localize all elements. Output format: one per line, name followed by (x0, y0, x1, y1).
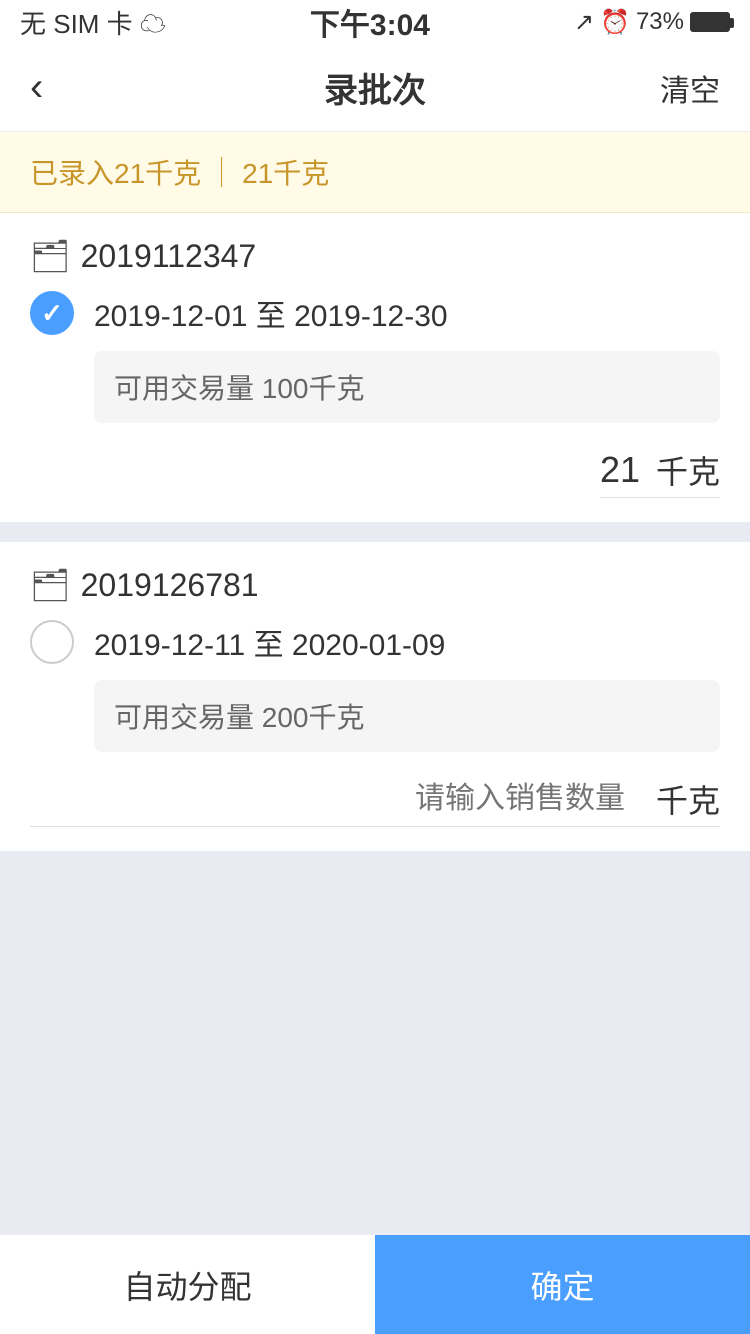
batch2-qty-input[interactable] (240, 782, 640, 816)
batch1-available: 可用交易量 100千克 (94, 351, 720, 423)
status-right: ↗ ⏰ 73% (574, 8, 730, 37)
batch1-qty-unit: 千克 (656, 447, 720, 493)
batch-item-2: 🗂 2019126781 2019-12-11 至 2020-01-09 可用交… (0, 542, 750, 752)
alarm-icon: ⏰ (600, 8, 630, 37)
status-left: 无 SIM 卡 ☁ (20, 4, 166, 41)
battery-percent: 73% (636, 8, 684, 36)
batch2-radio[interactable] (30, 620, 74, 664)
section-divider-1 (0, 522, 750, 542)
batch2-available: 可用交易量 200千克 (94, 680, 720, 752)
location-icon: ↗ (574, 8, 594, 37)
batch2-number: 2019126781 (81, 567, 259, 604)
batch1-avail-wrap: 可用交易量 100千克 (30, 351, 720, 423)
banner-divider (221, 157, 222, 187)
auto-distribute-button[interactable]: 自动分配 (0, 1235, 375, 1334)
page-title: 录批次 (324, 63, 426, 112)
batch2-input-row: 千克 (0, 752, 750, 851)
clear-button[interactable]: 清空 (660, 66, 720, 110)
batch2-input-wrap: 千克 (30, 776, 720, 827)
batch1-qty-value: 21 (600, 449, 640, 491)
batch1-dates: 2019-12-01 至 2019-12-30 (94, 291, 448, 335)
batch1-header: 🗂 2019112347 (30, 237, 720, 275)
batch2-avail-wrap: 可用交易量 200千克 (30, 680, 720, 752)
batch1-radio[interactable] (30, 291, 74, 335)
batch1-qty-row: 21 千克 (0, 423, 750, 522)
batch1-icon: 🗂 (30, 237, 71, 275)
sim-label: 无 SIM 卡 ☁ (20, 4, 166, 41)
status-bar: 无 SIM 卡 ☁ 下午3:04 ↗ ⏰ 73% (0, 0, 750, 44)
batch2-icon: 🗂 (30, 566, 71, 604)
batch1-row[interactable]: 2019-12-01 至 2019-12-30 (30, 291, 720, 335)
info-banner: 已录入21千克 21千克 (0, 132, 750, 213)
battery-icon (690, 12, 730, 32)
batch2-dates: 2019-12-11 至 2020-01-09 (94, 620, 445, 664)
batch2-header: 🗂 2019126781 (30, 566, 720, 604)
bottom-bar: 自动分配 确定 (0, 1234, 750, 1334)
batch1-number: 2019112347 (81, 238, 257, 275)
recorded-value: 21千克 (242, 152, 329, 192)
batch1-qty-wrap: 21 千克 (600, 447, 720, 498)
nav-bar: ‹ 录批次 清空 (0, 44, 750, 132)
back-button[interactable]: ‹ (30, 65, 90, 110)
batch2-qty-unit: 千克 (656, 776, 720, 822)
recorded-label: 已录入21千克 (30, 152, 201, 192)
batch-item-1: 🗂 2019112347 2019-12-01 至 2019-12-30 可用交… (0, 213, 750, 423)
batch2-row[interactable]: 2019-12-11 至 2020-01-09 (30, 620, 720, 664)
status-time: 下午3:04 (310, 0, 430, 44)
confirm-button[interactable]: 确定 (375, 1235, 750, 1334)
